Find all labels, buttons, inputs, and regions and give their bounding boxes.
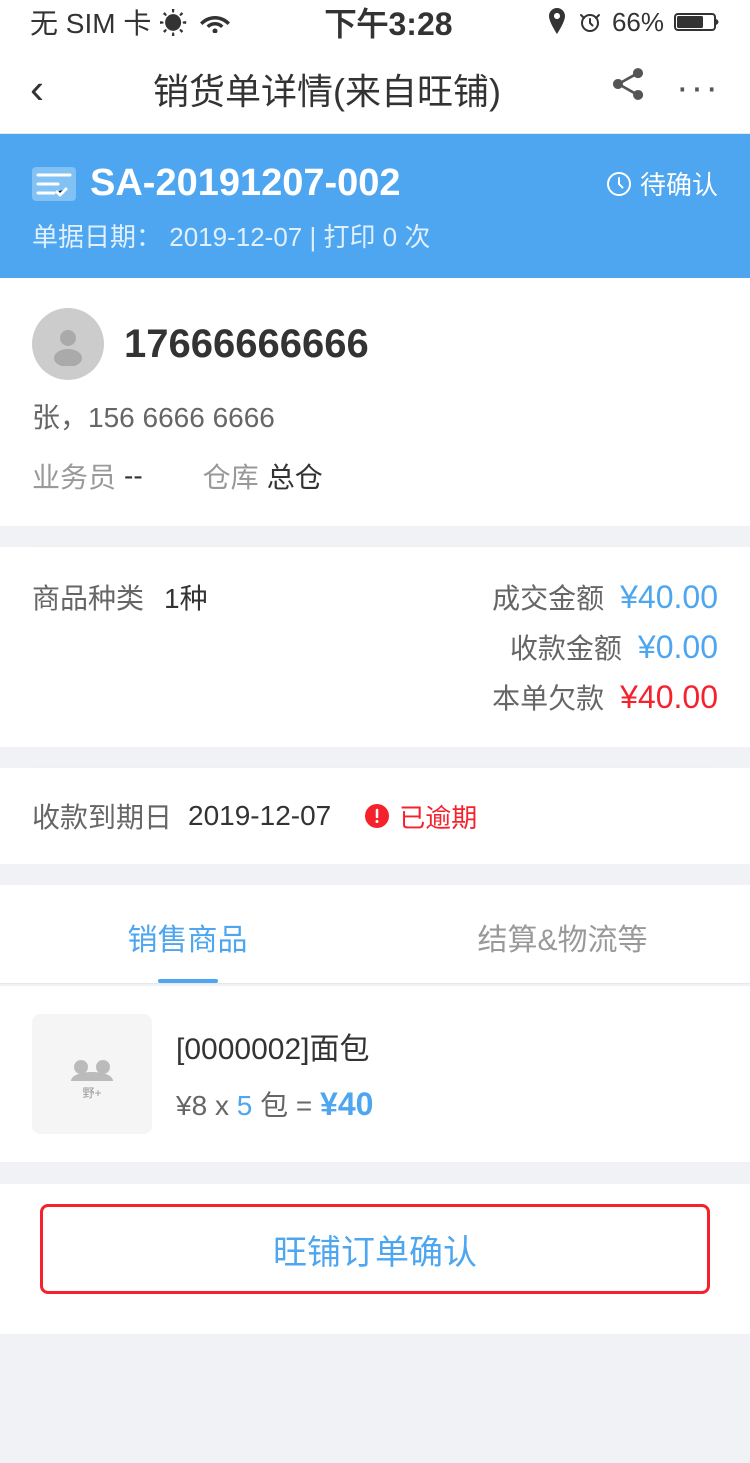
product-info: [0000002]面包 ¥8 x 5 包 = ¥40: [176, 1024, 718, 1124]
tabs: 销售商品 结算&物流等: [0, 885, 750, 984]
location-icon: [546, 8, 568, 36]
wifi-icon: [199, 11, 231, 33]
total-price: ¥40: [320, 1086, 373, 1122]
product-type-value: 1种: [164, 577, 208, 617]
overdue-badge: 已逾期: [363, 798, 477, 835]
more-icon[interactable]: ···: [676, 67, 720, 110]
tab-sales-products[interactable]: 销售商品: [0, 885, 375, 983]
avatar: [32, 308, 104, 380]
order-header-card: SA-20191207-002 待确认 单据日期： 2019-12-07 | 打…: [0, 134, 750, 278]
nav-bar: ‹ 销货单详情(来自旺铺) ···: [0, 44, 750, 134]
battery-percent: 66%: [612, 7, 664, 38]
product-type-row: 商品种类 1种: [32, 577, 492, 617]
order-icon: [32, 167, 76, 201]
product-price: ¥8 x 5 包 = ¥40: [176, 1084, 718, 1124]
summary-card: 商品种类 1种 成交金额 ¥40.00 收款金额 ¥0.00 本单欠款 ¥40.…: [0, 547, 750, 747]
order-date: 单据日期： 2019-12-07 | 打印 0 次: [32, 217, 718, 254]
warehouse-value: 总仓: [267, 456, 323, 496]
customer-phone: 17666666666: [124, 322, 369, 367]
equals-sign: =: [296, 1090, 312, 1121]
salesperson-label: 业务员: [32, 456, 116, 496]
status-time: 下午3:28: [325, 0, 453, 45]
battery-icon: [674, 11, 720, 33]
share-icon[interactable]: [610, 66, 646, 111]
quantity: 5: [237, 1090, 253, 1121]
tab-settlement[interactable]: 结算&物流等: [375, 885, 750, 983]
amount-label: 成交金额: [492, 577, 604, 617]
received-label: 收款金额: [510, 627, 622, 667]
sim-status: 无 SIM 卡 ☀: [30, 2, 187, 42]
back-button[interactable]: ‹: [30, 68, 44, 110]
due-value: ¥40.00: [620, 679, 718, 716]
warning-icon: [363, 802, 391, 830]
amount-value: ¥40.00: [620, 579, 718, 616]
page-title: 销货单详情(来自旺铺): [153, 63, 501, 115]
status-right: 66%: [546, 7, 720, 38]
multiply-sign: x: [215, 1090, 229, 1121]
order-id: SA-20191207-002: [32, 162, 401, 205]
salesperson-value: --: [124, 460, 143, 492]
product-list: 野+ [0000002]面包 ¥8 x 5 包 = ¥40: [0, 986, 750, 1163]
received-row: 收款金额 ¥0.00: [510, 627, 718, 667]
nav-actions: ···: [610, 66, 720, 111]
status-badge: 待确认: [606, 165, 718, 202]
bottom-bar: 旺铺订单确认: [0, 1184, 750, 1334]
svg-text:野+: 野+: [82, 1086, 101, 1100]
due-date-value: 2019-12-07: [188, 800, 331, 832]
clock-icon: [606, 171, 632, 197]
unit: 包: [260, 1090, 288, 1121]
customer-card: 17666666666 张，156 6666 6666 业务员 -- 仓库 总仓: [0, 278, 750, 526]
customer-info-row: 业务员 -- 仓库 总仓: [32, 456, 718, 496]
amount-row: 成交金额 ¥40.00: [492, 577, 718, 617]
warehouse-label: 仓库: [203, 456, 259, 496]
status-left: 无 SIM 卡 ☀: [30, 2, 231, 42]
product-thumbnail: 野+: [32, 1014, 152, 1134]
status-bar: 无 SIM 卡 ☀ 下午3:28 66%: [0, 0, 750, 44]
price-unit: ¥8: [176, 1090, 207, 1121]
confirm-button[interactable]: 旺铺订单确认: [40, 1204, 710, 1294]
due-label: 本单欠款: [492, 677, 604, 717]
customer-name: 张，156 6666 6666: [32, 396, 718, 436]
alarm-icon: [578, 10, 602, 34]
due-date-card: 收款到期日 2019-12-07 已逾期: [0, 768, 750, 864]
received-value: ¥0.00: [638, 629, 718, 666]
due-date-label: 收款到期日: [32, 796, 172, 836]
product-type-label: 商品种类: [32, 577, 144, 617]
due-row: 本单欠款 ¥40.00: [492, 677, 718, 717]
product-item: 野+ [0000002]面包 ¥8 x 5 包 = ¥40: [0, 986, 750, 1163]
product-name: [0000002]面包: [176, 1024, 718, 1068]
